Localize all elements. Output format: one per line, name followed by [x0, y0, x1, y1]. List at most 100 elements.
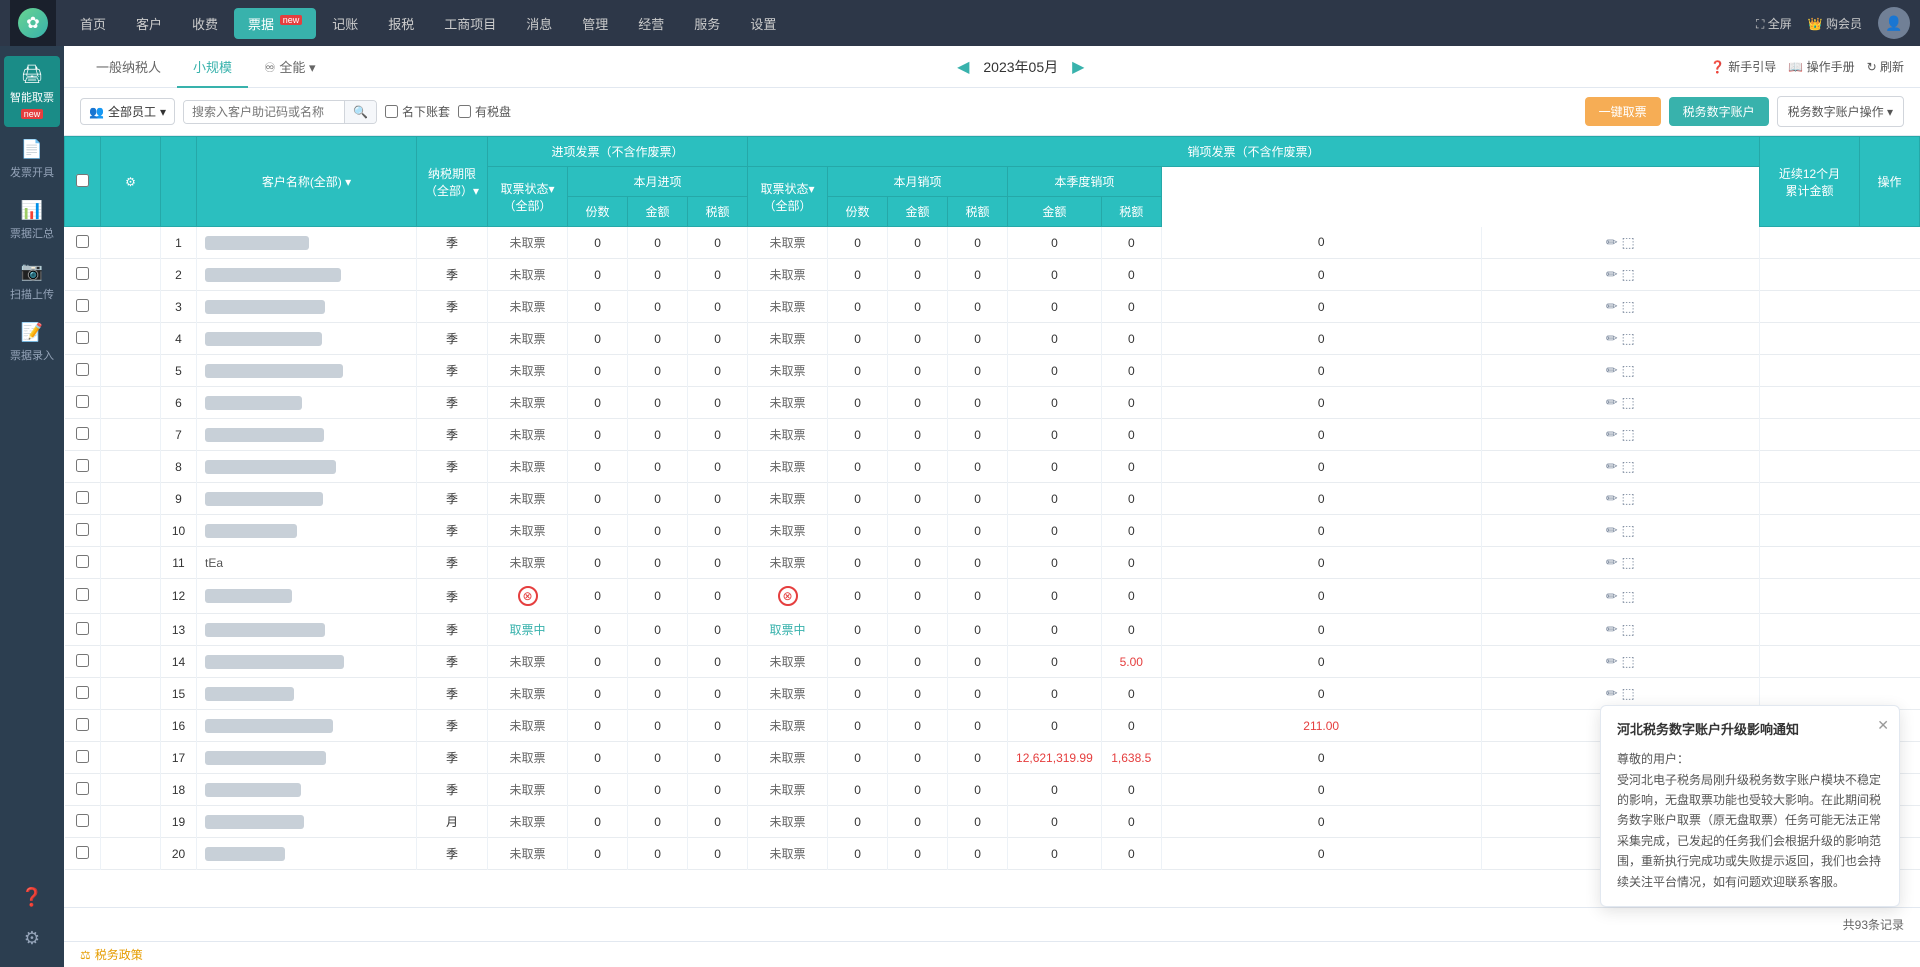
row-check[interactable] [65, 710, 101, 742]
row-checkbox[interactable] [76, 395, 89, 408]
copy-icon[interactable]: ⬚ [1622, 362, 1635, 379]
row-checkbox[interactable] [76, 491, 89, 504]
search-input[interactable] [184, 101, 344, 123]
row-check[interactable] [65, 387, 101, 419]
copy-icon[interactable]: ⬚ [1622, 653, 1635, 670]
sidebar-item-invoice-entry[interactable]: 📝 票据录入 [4, 314, 60, 371]
row-checkbox[interactable] [76, 267, 89, 280]
edit-icon[interactable]: ✏ [1606, 330, 1618, 347]
copy-icon[interactable]: ⬚ [1622, 685, 1635, 702]
row-checkbox[interactable] [76, 235, 89, 248]
nav-customer[interactable]: 客户 [122, 8, 176, 39]
row-checkbox[interactable] [76, 686, 89, 699]
copy-icon[interactable]: ⬚ [1622, 490, 1635, 507]
nav-account[interactable]: 记账 [318, 8, 372, 39]
next-month-button[interactable]: ▶ [1066, 55, 1090, 79]
edit-icon[interactable]: ✏ [1606, 522, 1618, 539]
digital-ops-button[interactable]: 税务数字账户操作 ▾ [1777, 96, 1904, 127]
fullscreen-button[interactable]: ⛶ 全屏 [1756, 15, 1792, 32]
row-check[interactable] [65, 419, 101, 451]
row-checkbox[interactable] [76, 622, 89, 635]
copy-icon[interactable]: ⬚ [1622, 234, 1635, 251]
row-checkbox[interactable] [76, 750, 89, 763]
row-check[interactable] [65, 579, 101, 614]
edit-icon[interactable]: ✏ [1606, 653, 1618, 670]
tab-all-types[interactable]: ♾ 全能 ▾ [248, 47, 331, 88]
sidebar-item-invoice-summary[interactable]: 📊 票据汇总 [4, 192, 60, 249]
copy-icon[interactable]: ⬚ [1622, 330, 1635, 347]
copy-icon[interactable]: ⬚ [1622, 458, 1635, 475]
copy-icon[interactable]: ⬚ [1622, 554, 1635, 571]
edit-icon[interactable]: ✏ [1606, 362, 1618, 379]
row-check[interactable] [65, 355, 101, 387]
row-checkbox[interactable] [76, 523, 89, 536]
tab-small-scale[interactable]: 小规模 [177, 47, 248, 88]
refresh-button[interactable]: ↻ 刷新 [1867, 58, 1904, 75]
user-avatar[interactable]: 👤 [1878, 7, 1910, 39]
nav-business[interactable]: 工商项目 [430, 8, 510, 39]
row-check[interactable] [65, 806, 101, 838]
edit-icon[interactable]: ✏ [1606, 234, 1618, 251]
manual-link[interactable]: 📖 操作手册 [1788, 58, 1854, 75]
sidebar-item-smart-ticket[interactable]: 🖨 智能取票 new [4, 56, 60, 127]
one-click-ticket-button[interactable]: 一键取票 [1585, 97, 1661, 126]
row-check[interactable] [65, 774, 101, 806]
row-check[interactable] [65, 614, 101, 646]
sidebar-item-help[interactable]: ❓ [4, 879, 60, 916]
row-checkbox[interactable] [76, 588, 89, 601]
edit-icon[interactable]: ✏ [1606, 426, 1618, 443]
edit-icon[interactable]: ✏ [1606, 394, 1618, 411]
row-checkbox[interactable] [76, 654, 89, 667]
nav-message[interactable]: 消息 [512, 8, 566, 39]
row-check[interactable] [65, 547, 101, 579]
row-check[interactable] [65, 451, 101, 483]
row-checkbox[interactable] [76, 782, 89, 795]
under-account-checkbox[interactable]: 名下账套 [385, 103, 450, 120]
row-check[interactable] [65, 483, 101, 515]
row-check[interactable] [65, 323, 101, 355]
prev-month-button[interactable]: ◀ [951, 55, 975, 79]
has-tax-disk-checkbox[interactable]: 有税盘 [458, 103, 511, 120]
row-check[interactable] [65, 259, 101, 291]
row-checkbox[interactable] [76, 718, 89, 731]
row-check[interactable] [65, 742, 101, 774]
row-check[interactable] [65, 646, 101, 678]
nav-operation[interactable]: 经营 [624, 8, 678, 39]
row-check[interactable] [65, 227, 101, 259]
vip-button[interactable]: 👑 购会员 [1808, 15, 1862, 32]
sidebar-item-scan-upload[interactable]: 📷 扫描上传 [4, 253, 60, 310]
edit-icon[interactable]: ✏ [1606, 490, 1618, 507]
sidebar-item-config[interactable]: ⚙ [4, 920, 60, 957]
tab-general-taxpayer[interactable]: 一般纳税人 [80, 47, 177, 88]
copy-icon[interactable]: ⬚ [1622, 588, 1635, 605]
row-check[interactable] [65, 291, 101, 323]
select-all-checkbox[interactable] [76, 174, 89, 187]
has-tax-disk-check[interactable] [458, 105, 471, 118]
copy-icon[interactable]: ⬚ [1622, 426, 1635, 443]
copy-icon[interactable]: ⬚ [1622, 394, 1635, 411]
row-checkbox[interactable] [76, 459, 89, 472]
new-guide-link[interactable]: ❓ 新手引导 [1710, 58, 1776, 75]
copy-icon[interactable]: ⬚ [1622, 266, 1635, 283]
tax-policy-label[interactable]: 税务政策 [95, 946, 143, 963]
nav-settings[interactable]: 设置 [736, 8, 790, 39]
edit-icon[interactable]: ✏ [1606, 621, 1618, 638]
sidebar-item-open-invoice[interactable]: 📄 发票开具 [4, 131, 60, 188]
row-checkbox[interactable] [76, 299, 89, 312]
edit-icon[interactable]: ✏ [1606, 554, 1618, 571]
employee-filter[interactable]: 👥 全部员工 ▾ [80, 98, 175, 125]
nav-service[interactable]: 服务 [680, 8, 734, 39]
copy-icon[interactable]: ⬚ [1622, 522, 1635, 539]
edit-icon[interactable]: ✏ [1606, 588, 1618, 605]
nav-tax[interactable]: 报税 [374, 8, 428, 39]
row-check[interactable] [65, 515, 101, 547]
nav-manage[interactable]: 管理 [568, 8, 622, 39]
copy-icon[interactable]: ⬚ [1622, 621, 1635, 638]
popup-close-button[interactable]: ✕ [1877, 714, 1889, 736]
under-account-check[interactable] [385, 105, 398, 118]
nav-home[interactable]: 首页 [66, 8, 120, 39]
nav-invoice[interactable]: 票据 new [234, 8, 316, 39]
row-checkbox[interactable] [76, 331, 89, 344]
edit-icon[interactable]: ✏ [1606, 458, 1618, 475]
row-checkbox[interactable] [76, 363, 89, 376]
